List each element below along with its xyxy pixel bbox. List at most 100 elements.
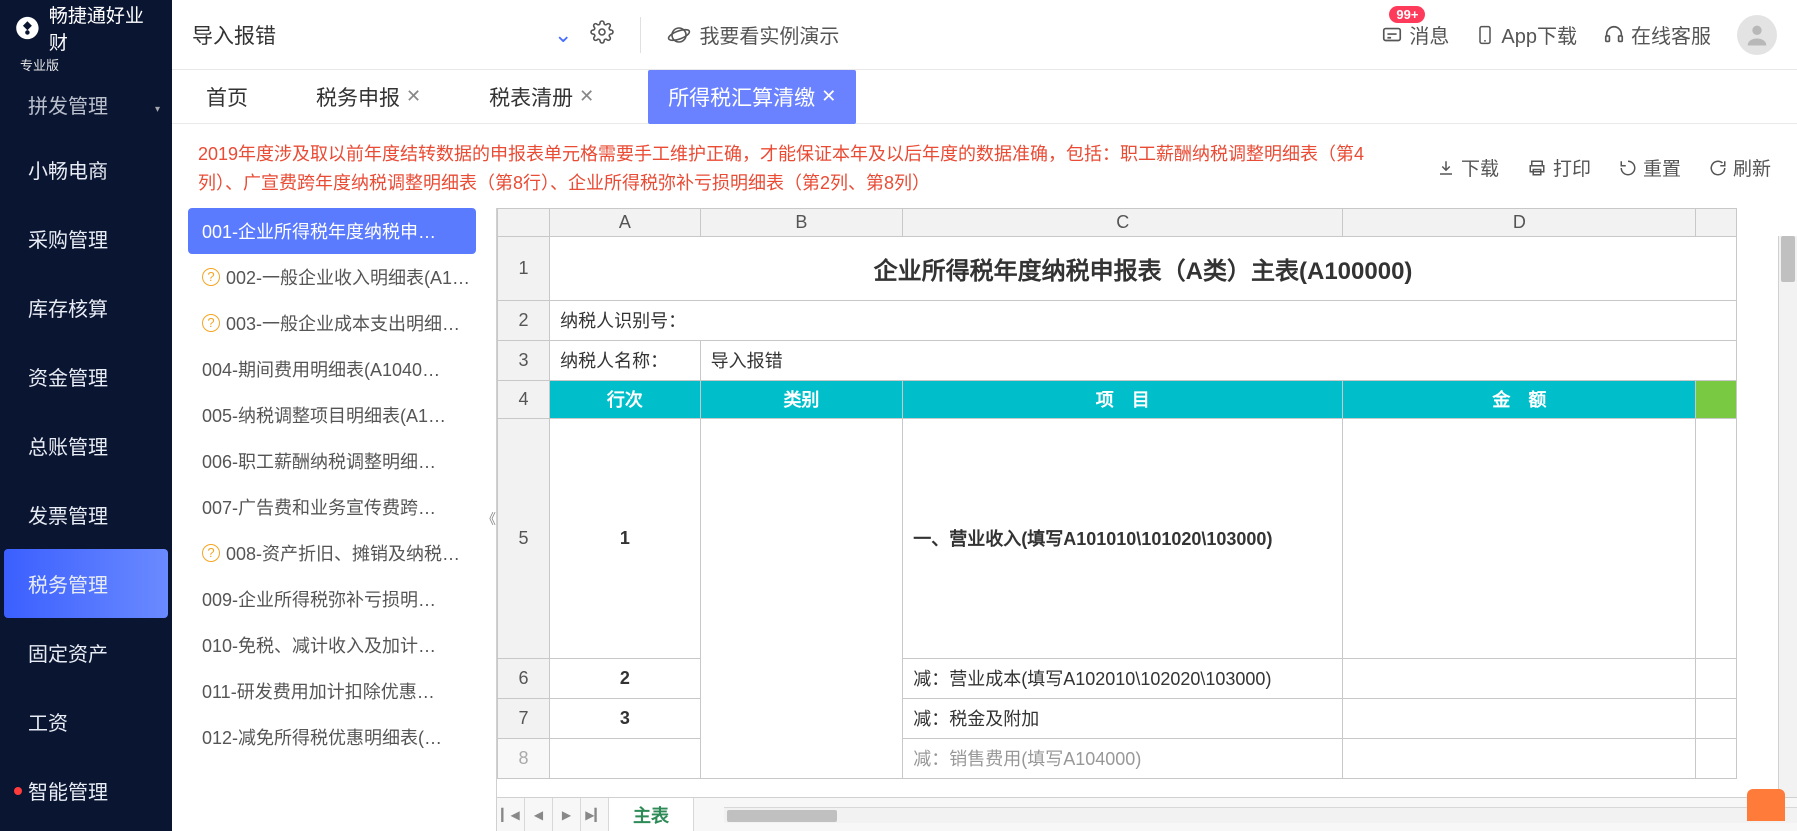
row-header[interactable]: 6 xyxy=(498,658,550,698)
tree-item[interactable]: 001-企业所得税年度纳税申… xyxy=(188,208,476,254)
cell[interactable]: 2 xyxy=(550,658,701,698)
cell[interactable] xyxy=(1696,418,1737,658)
form-tree: 001-企业所得税年度纳税申…?002-一般企业收入明细表(A1…?003-一般… xyxy=(182,208,482,831)
col-header-b[interactable]: B xyxy=(700,208,903,236)
warning-icon: ? xyxy=(202,268,220,286)
col-header-a[interactable]: A xyxy=(550,208,701,236)
support-button[interactable]: 在线客服 xyxy=(1603,20,1711,49)
tree-item[interactable]: 009-企业所得税弥补亏损明… xyxy=(188,576,476,622)
tree-item[interactable]: 011-研发费用加计扣除优惠… xyxy=(188,668,476,714)
sheet-corner[interactable] xyxy=(498,208,550,236)
row-header[interactable]: 4 xyxy=(498,380,550,418)
spreadsheet[interactable]: A B C D 1 企业所得税年度纳税申报表（A类）主表(A100000) 2 xyxy=(497,208,1797,797)
sidebar-item[interactable]: 库存核算 xyxy=(0,273,172,342)
row-header[interactable]: 3 xyxy=(498,340,550,380)
cell[interactable] xyxy=(550,738,701,778)
cell[interactable]: 减：销售费用(填写A104000) xyxy=(903,738,1343,778)
cell[interactable] xyxy=(1343,418,1696,658)
cell[interactable]: 一、营业收入(填写A101010\101020\103000) xyxy=(903,418,1343,658)
tab[interactable]: 税务申报✕ xyxy=(302,70,435,124)
header-category[interactable]: 类别 xyxy=(700,380,903,418)
messages-button[interactable]: 99+ 消息 xyxy=(1381,20,1449,49)
taxpayer-name-label[interactable]: 纳税人名称： xyxy=(550,340,701,380)
col-header-c[interactable]: C xyxy=(903,208,1343,236)
tab[interactable]: 税表清册✕ xyxy=(475,70,608,124)
row-header[interactable]: 5 xyxy=(498,418,550,658)
cell[interactable] xyxy=(1696,738,1737,778)
sidebar-item[interactable]: 小畅电商 xyxy=(0,135,172,204)
sheet-nav-last[interactable]: ▶▎ xyxy=(581,798,609,831)
cell[interactable] xyxy=(1696,698,1737,738)
cell[interactable]: 1 xyxy=(550,418,701,658)
cell[interactable] xyxy=(1343,658,1696,698)
cell[interactable] xyxy=(1343,738,1696,778)
row-header[interactable]: 2 xyxy=(498,300,550,340)
sheet-title[interactable]: 企业所得税年度纳税申报表（A类）主表(A100000) xyxy=(550,236,1737,300)
sidebar-item-partial[interactable]: 拼发管理▾ xyxy=(0,82,172,135)
sidebar-item[interactable]: 经营管理 xyxy=(0,825,172,831)
settings-icon[interactable] xyxy=(590,20,614,50)
tree-item[interactable]: 004-期间费用明细表(A1040… xyxy=(188,346,476,392)
app-download-button[interactable]: App下载 xyxy=(1475,20,1577,49)
cell[interactable] xyxy=(1696,658,1737,698)
sheet-tab-main[interactable]: 主表 xyxy=(609,798,694,831)
close-icon[interactable]: ✕ xyxy=(821,86,836,107)
tab[interactable]: 首页 xyxy=(192,70,262,124)
refresh-icon xyxy=(1709,159,1727,177)
demo-link[interactable]: 我要看实例演示 xyxy=(667,20,839,49)
tree-item[interactable]: ?008-资产折旧、摊销及纳税… xyxy=(188,530,476,576)
reset-button[interactable]: 重置 xyxy=(1619,154,1681,181)
tree-item[interactable]: 012-减免所得税优惠明细表(… xyxy=(188,714,476,760)
sheet-nav-first[interactable]: ▎◀ xyxy=(497,798,525,831)
sheet-nav-next[interactable]: ▶ xyxy=(553,798,581,831)
sidebar-item[interactable]: 总账管理 xyxy=(0,411,172,480)
tree-item[interactable]: 007-广告费和业务宣传费跨… xyxy=(188,484,476,530)
cell[interactable]: 减：税金及附加 xyxy=(903,698,1343,738)
sidebar-item[interactable]: 资金管理 xyxy=(0,342,172,411)
header-item[interactable]: 项 目 xyxy=(903,380,1343,418)
help-widget[interactable] xyxy=(1747,789,1785,821)
taxpayer-name-value[interactable]: 导入报错 xyxy=(700,340,1736,380)
header-extra[interactable] xyxy=(1696,380,1737,418)
row-header[interactable]: 8 xyxy=(498,738,550,778)
reset-icon xyxy=(1619,159,1637,177)
avatar[interactable] xyxy=(1737,15,1777,55)
refresh-button[interactable]: 刷新 xyxy=(1709,154,1771,181)
tree-item[interactable]: 005-纳税调整项目明细表(A1… xyxy=(188,392,476,438)
warning-icon: ? xyxy=(202,314,220,332)
tree-item[interactable]: 006-职工薪酬纳税调整明细… xyxy=(188,438,476,484)
row-header[interactable]: 1 xyxy=(498,236,550,300)
cell[interactable]: 3 xyxy=(550,698,701,738)
header-amount[interactable]: 金 额 xyxy=(1343,380,1696,418)
cell-category[interactable] xyxy=(700,418,903,778)
sidebar-item[interactable]: 采购管理 xyxy=(0,204,172,273)
planet-icon xyxy=(667,23,691,47)
sidebar-item[interactable]: 固定资产 xyxy=(0,618,172,687)
close-icon[interactable]: ✕ xyxy=(406,86,421,107)
tree-item[interactable]: ?003-一般企业成本支出明细… xyxy=(188,300,476,346)
vertical-scrollbar[interactable] xyxy=(1778,236,1797,797)
cell[interactable] xyxy=(1343,698,1696,738)
print-button[interactable]: 打印 xyxy=(1527,154,1591,181)
tab[interactable]: 所得税汇算清缴✕ xyxy=(648,70,856,124)
tree-item[interactable]: ?002-一般企业收入明细表(A1… xyxy=(188,254,476,300)
download-button[interactable]: 下载 xyxy=(1437,154,1499,181)
close-icon[interactable]: ✕ xyxy=(579,86,594,107)
sidebar-item[interactable]: 智能管理 xyxy=(0,756,172,825)
sidebar-item[interactable]: 工资 xyxy=(0,687,172,756)
row-header[interactable]: 7 xyxy=(498,698,550,738)
horizontal-scrollbar[interactable] xyxy=(724,807,1797,823)
col-header-d[interactable]: D xyxy=(1343,208,1696,236)
tree-collapse-button[interactable]: 《 xyxy=(482,208,496,831)
sidebar-item[interactable]: 税务管理 xyxy=(4,549,168,618)
title-dropdown[interactable]: ⌄ xyxy=(554,22,572,48)
cell[interactable]: 减：营业成本(填写A102010\102020\103000) xyxy=(903,658,1343,698)
message-icon xyxy=(1381,24,1403,46)
logo-icon xyxy=(14,14,41,42)
header-rownum[interactable]: 行次 xyxy=(550,380,701,418)
sheet-nav-prev[interactable]: ◀ xyxy=(525,798,553,831)
taxpayer-id-label[interactable]: 纳税人识别号： xyxy=(550,300,1737,340)
col-header-extra[interactable] xyxy=(1696,208,1737,236)
tree-item[interactable]: 010-免税、减计收入及加计… xyxy=(188,622,476,668)
sidebar-item[interactable]: 发票管理 xyxy=(0,480,172,549)
